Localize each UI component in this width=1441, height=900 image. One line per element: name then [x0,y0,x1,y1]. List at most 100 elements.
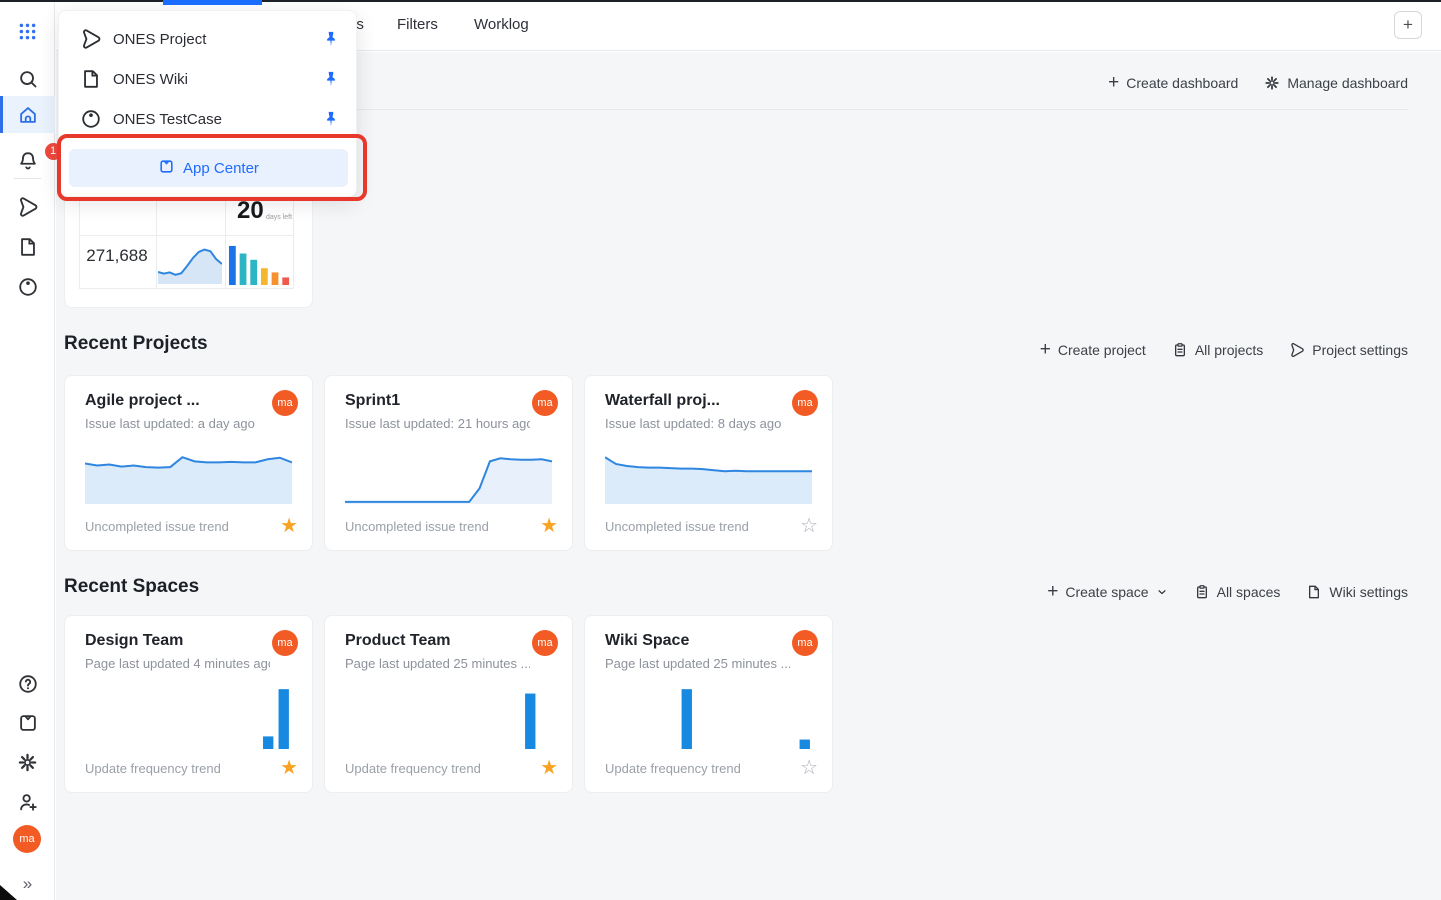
tab-filters[interactable]: Filters [397,16,438,33]
favorite-star[interactable] [280,514,298,540]
recent-spaces-title: Recent Spaces [64,576,200,597]
sidebar-item-ones-testcase[interactable] [0,268,55,306]
wiki-settings-button[interactable]: Wiki settings [1306,584,1408,600]
favorite-star[interactable] [540,514,558,540]
trend-chart [345,452,552,504]
search-button[interactable] [0,60,55,98]
app-center-sidebar-button[interactable] [0,704,55,742]
create-project-button[interactable]: Create project [1040,342,1146,358]
app-root: ls Filters Worklog + Create dashboard Ma… [0,0,1441,900]
space-subtitle: Page last updated 4 minutes ago [85,656,270,671]
space-subtitle: Page last updated 25 minutes ... [345,656,530,671]
sidebar-item-home[interactable] [0,96,55,133]
days-left-value: 20 [237,197,264,224]
menu-item-ones-project[interactable]: ONES Project [59,19,358,59]
days-left-label: days left [266,214,293,221]
home-icon [17,104,39,126]
invite-member-button[interactable] [0,783,55,821]
trend-chart [85,452,292,504]
cursor-artifact [0,885,17,900]
wiki-settings-label: Wiki settings [1329,584,1408,600]
active-tab-indicator [163,0,262,5]
ones-wiki-icon [17,236,39,258]
avatar: ma [532,630,558,656]
app-launcher-button[interactable] [0,12,55,50]
project-subtitle: Issue last updated: a day ago [85,416,255,431]
create-dashboard-button[interactable]: Create dashboard [1108,75,1238,91]
trend-label: Uncompleted issue trend [605,519,749,534]
ones-project-icon [1289,342,1305,358]
search-icon [17,68,39,90]
ones-wiki-icon [80,68,102,90]
trend-label: Update frequency trend [85,761,221,776]
menu-item-label: ONES Wiki [113,70,188,88]
add-user-icon [17,791,39,813]
chevron-down-icon [1156,586,1168,598]
projects-actions: Create project All projects Project sett… [1040,337,1408,363]
space-title: Product Team [345,632,451,649]
sidebar-item-ones-project[interactable] [0,188,55,226]
space-title: Design Team [85,632,184,649]
recent-projects-title: Recent Projects [64,333,208,354]
space-title: Wiki Space [605,632,690,649]
menu-item-label: ONES TestCase [113,110,222,128]
app-center-label: App Center [183,159,259,177]
sidebar-divider [14,178,41,179]
app-center-button[interactable]: App Center [69,149,348,187]
favorite-star[interactable] [280,756,298,782]
create-project-label: Create project [1057,342,1146,358]
project-card[interactable]: Agile project ... Issue last updated: a … [64,375,313,551]
space-card[interactable]: Wiki Space Page last updated 25 minutes … [584,615,833,793]
help-button[interactable] [0,665,55,703]
bell-icon: 1 [17,143,62,172]
add-tab-button[interactable]: + [1394,11,1422,39]
sidebar: 1 ma » [0,2,62,900]
space-card[interactable]: Product Team Page last updated 25 minute… [324,615,573,793]
total-count: 271,688 [86,246,148,265]
trend-chart [605,452,812,504]
product-switcher-menu: ONES Project ONES Wiki ONES TestCase App… [58,10,357,197]
user-avatar[interactable]: ma [13,825,41,853]
pin-icon[interactable] [322,110,340,128]
menu-item-ones-testcase[interactable]: ONES TestCase [59,99,358,139]
app-center-icon [158,158,175,179]
plus-icon [1047,584,1058,600]
all-projects-button[interactable]: All projects [1172,342,1263,358]
trend-label: Uncompleted issue trend [85,519,229,534]
settings-button[interactable] [0,743,55,781]
notifications-button[interactable]: 1 [0,142,62,180]
favorite-star[interactable] [800,756,818,782]
pin-icon[interactable] [322,70,340,88]
trend-label: Uncompleted issue trend [345,519,489,534]
grid-icon [17,21,38,42]
project-settings-button[interactable]: Project settings [1289,342,1408,358]
project-card[interactable]: Waterfall proj... Issue last updated: 8 … [584,375,833,551]
create-dashboard-label: Create dashboard [1126,75,1239,91]
manage-dashboard-button[interactable]: Manage dashboard [1264,75,1408,91]
spaces-actions: Create space All spaces Wiki settings [1047,579,1408,605]
all-spaces-button[interactable]: All spaces [1194,584,1280,600]
space-card[interactable]: Design Team Page last updated 4 minutes … [64,615,313,793]
ones-testcase-icon [80,108,102,130]
frequency-chart [85,686,292,749]
favorite-star[interactable] [540,756,558,782]
create-space-button[interactable]: Create space [1047,584,1167,600]
pin-icon[interactable] [322,30,340,48]
help-icon [17,673,39,695]
menu-item-ones-wiki[interactable]: ONES Wiki [59,59,358,99]
project-subtitle: Issue last updated: 21 hours ago [345,416,530,431]
ones-wiki-icon [1306,584,1322,600]
tab-worklog[interactable]: Worklog [474,16,529,33]
avatar: ma [272,630,298,656]
frequency-chart [345,686,552,749]
clipboard-icon [1194,584,1210,600]
sidebar-item-ones-wiki[interactable] [0,228,55,266]
space-subtitle: Page last updated 25 minutes ... [605,656,790,671]
project-title: Waterfall proj... [605,392,720,409]
frequency-chart [605,686,812,749]
plus-icon [1040,342,1051,358]
avatar: ma [532,390,558,416]
all-projects-label: All projects [1194,342,1264,358]
project-card[interactable]: Sprint1 Issue last updated: 21 hours ago… [324,375,573,551]
favorite-star[interactable] [800,514,818,540]
